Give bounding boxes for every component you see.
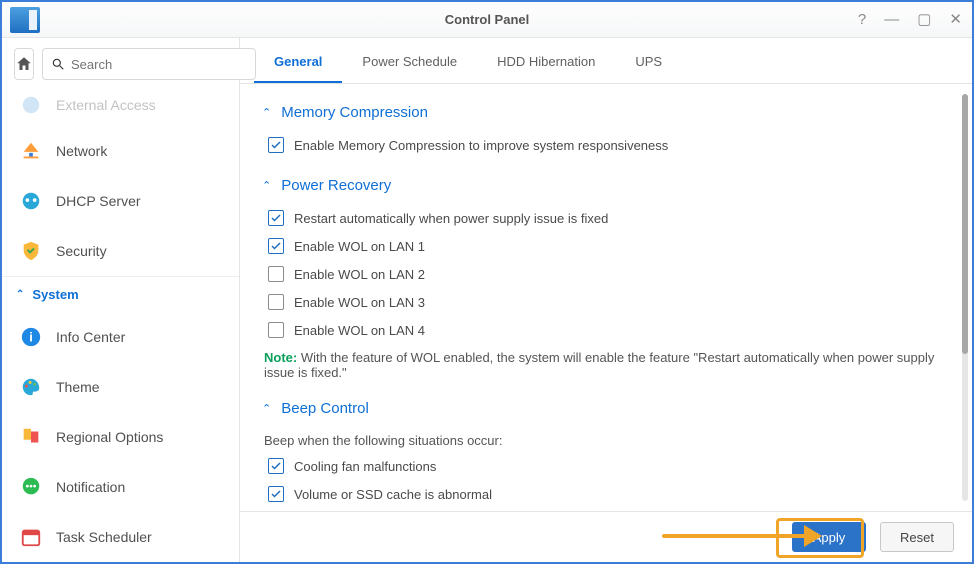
checkbox[interactable] xyxy=(268,210,284,226)
checkbox-label: Restart automatically when power supply … xyxy=(294,211,608,226)
checkbox[interactable] xyxy=(268,266,284,282)
sidebar-item-theme[interactable]: Theme xyxy=(2,362,239,412)
checkbox-label: Enable Memory Compression to improve sys… xyxy=(294,138,668,153)
beep-intro-text: Beep when the following situations occur… xyxy=(262,427,950,452)
checkbox[interactable] xyxy=(268,137,284,153)
sidebar-item-security[interactable]: Security xyxy=(2,226,239,276)
note-label: Note: xyxy=(264,350,297,365)
checkbox-label: Enable WOL on LAN 4 xyxy=(294,323,425,338)
note-text: With the feature of WOL enabled, the sys… xyxy=(264,350,934,380)
row-restart-auto[interactable]: Restart automatically when power supply … xyxy=(262,204,950,232)
palette-icon xyxy=(20,376,42,398)
sidebar-item-regional[interactable]: Regional Options xyxy=(2,412,239,462)
footer: Apply Reset xyxy=(240,511,972,562)
checkbox[interactable] xyxy=(268,238,284,254)
search-box[interactable] xyxy=(42,48,256,80)
sidebar-item-label: Network xyxy=(56,143,107,159)
row-wol-lan3[interactable]: Enable WOL on LAN 3 xyxy=(262,288,950,316)
row-beep-volume[interactable]: Volume or SSD cache is abnormal xyxy=(262,480,950,508)
row-wol-lan1[interactable]: Enable WOL on LAN 1 xyxy=(262,232,950,260)
section-memory-compression[interactable]: ⌃ Memory Compression xyxy=(262,104,950,121)
section-power-recovery[interactable]: ⌃ Power Recovery xyxy=(262,177,950,194)
sidebar-item-label: Regional Options xyxy=(56,429,163,445)
sidebar-item-label: External Access xyxy=(56,97,156,113)
checkbox-label: Volume or SSD cache is abnormal xyxy=(294,487,492,502)
chevron-up-icon: ⌃ xyxy=(16,289,24,300)
chevron-up-icon: ⌃ xyxy=(262,106,271,119)
chevron-up-icon: ⌃ xyxy=(262,402,271,415)
external-access-icon xyxy=(20,94,42,116)
sidebar-nav: External Access Network DHCP Server Secu… xyxy=(2,90,239,562)
checkbox[interactable] xyxy=(268,322,284,338)
sidebar-item-label: Task Scheduler xyxy=(56,529,152,545)
window-title: Control Panel xyxy=(2,12,972,27)
settings-scroll-area[interactable]: ⌃ Memory Compression Enable Memory Compr… xyxy=(240,84,972,511)
checkbox-label: Cooling fan malfunctions xyxy=(294,459,436,474)
checkbox-label: Enable WOL on LAN 2 xyxy=(294,267,425,282)
search-input[interactable] xyxy=(71,57,247,72)
scrollbar[interactable] xyxy=(962,94,968,501)
sidebar-group-system[interactable]: ⌃ System xyxy=(2,276,239,312)
tab-power-schedule[interactable]: Power Schedule xyxy=(342,44,477,83)
scrollbar-thumb[interactable] xyxy=(962,94,968,354)
sidebar-item-network[interactable]: Network xyxy=(2,126,239,176)
sidebar-item-label: Theme xyxy=(56,379,100,395)
reset-button[interactable]: Reset xyxy=(880,522,954,552)
checkbox[interactable] xyxy=(268,486,284,502)
shield-icon xyxy=(20,240,42,262)
annotation-arrow-head xyxy=(804,525,822,547)
dhcp-icon xyxy=(20,190,42,212)
sidebar-item-task-scheduler[interactable]: Task Scheduler xyxy=(2,512,239,562)
titlebar: Control Panel ? ― ▢ ✕ xyxy=(2,2,972,38)
chevron-up-icon: ⌃ xyxy=(262,179,271,192)
checkbox[interactable] xyxy=(268,458,284,474)
tabs: General Power Schedule HDD Hibernation U… xyxy=(240,38,972,84)
calendar-icon xyxy=(20,526,42,548)
row-beep-fan[interactable]: Cooling fan malfunctions xyxy=(262,452,950,480)
row-enable-memory-compression[interactable]: Enable Memory Compression to improve sys… xyxy=(262,131,950,159)
sidebar-item-external-access[interactable]: External Access xyxy=(2,90,239,126)
wol-note: Note: With the feature of WOL enabled, t… xyxy=(262,344,950,382)
tab-ups[interactable]: UPS xyxy=(615,44,682,83)
flags-icon xyxy=(20,426,42,448)
row-wol-lan4[interactable]: Enable WOL on LAN 4 xyxy=(262,316,950,344)
sidebar-item-label: Info Center xyxy=(56,329,125,345)
sidebar-item-label: DHCP Server xyxy=(56,193,141,209)
checkbox[interactable] xyxy=(268,294,284,310)
svg-text:i: i xyxy=(29,330,33,345)
section-title: Beep Control xyxy=(281,400,369,417)
section-title: Memory Compression xyxy=(281,104,428,121)
sidebar-item-label: Notification xyxy=(56,479,125,495)
sidebar-item-notification[interactable]: Notification xyxy=(2,462,239,512)
sidebar-item-dhcp[interactable]: DHCP Server xyxy=(2,176,239,226)
search-icon xyxy=(51,57,65,71)
section-beep-control[interactable]: ⌃ Beep Control xyxy=(262,400,950,417)
content-panel: General Power Schedule HDD Hibernation U… xyxy=(240,38,972,562)
row-wol-lan2[interactable]: Enable WOL on LAN 2 xyxy=(262,260,950,288)
info-icon: i xyxy=(20,326,42,348)
section-title: Power Recovery xyxy=(281,177,391,194)
sidebar: External Access Network DHCP Server Secu… xyxy=(2,38,240,562)
network-icon xyxy=(20,140,42,162)
tab-hdd-hibernation[interactable]: HDD Hibernation xyxy=(477,44,615,83)
sidebar-item-label: Security xyxy=(56,243,107,259)
checkbox-label: Enable WOL on LAN 1 xyxy=(294,239,425,254)
home-icon xyxy=(15,55,33,73)
sidebar-group-label: System xyxy=(32,287,78,302)
home-button[interactable] xyxy=(14,48,34,80)
tab-general[interactable]: General xyxy=(254,44,342,83)
checkbox-label: Enable WOL on LAN 3 xyxy=(294,295,425,310)
sidebar-item-info-center[interactable]: i Info Center xyxy=(2,312,239,362)
annotation-arrow xyxy=(662,534,812,538)
chat-icon xyxy=(20,476,42,498)
